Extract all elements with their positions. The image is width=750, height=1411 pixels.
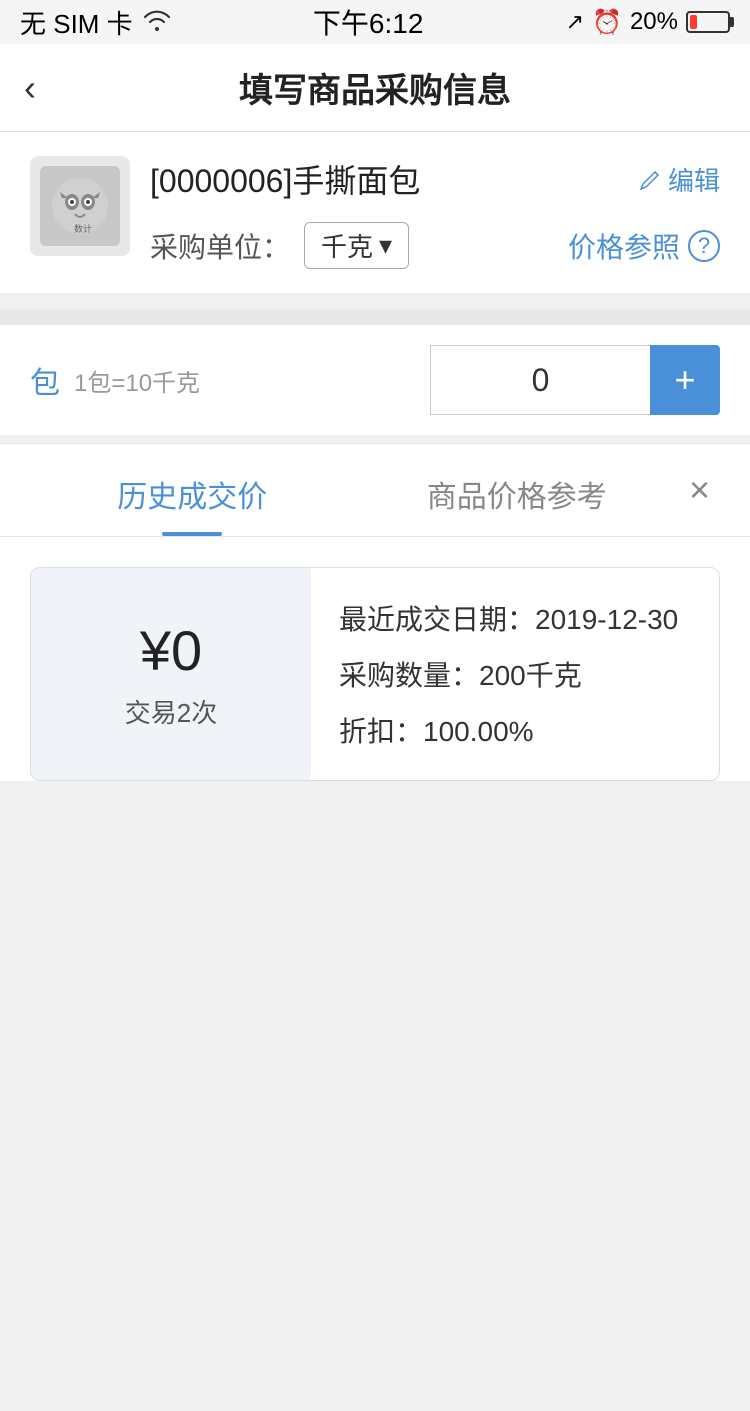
recent-date-label: 最近成交日期： xyxy=(339,604,535,635)
tabs-panel: 历史成交价 商品价格参考 × ¥0 交易2次 最近成交日期：2019-12-30… xyxy=(0,443,750,781)
location-icon: ↗ xyxy=(566,9,584,35)
purchase-unit-row: 采购单位： 千克 ▾ 价格参照 ? xyxy=(150,222,720,269)
discount-value: 100.00% xyxy=(423,716,534,747)
history-price-value: ¥0 xyxy=(140,618,202,683)
discount-label: 折扣： xyxy=(339,716,423,747)
product-header: 数计 [0000006]手撕面包 编辑 采购单位： xyxy=(30,156,720,269)
nav-bar: ‹ 填写商品采购信息 xyxy=(0,44,750,132)
product-info: [0000006]手撕面包 编辑 采购单位： 千克 ▾ xyxy=(150,156,720,269)
price-reference-button[interactable]: 价格参照 ? xyxy=(568,226,720,266)
price-number: 0 xyxy=(171,619,202,682)
edit-label: 编辑 xyxy=(668,161,720,198)
recent-date-value: 2019-12-30 xyxy=(535,604,678,635)
carrier-text: 无 SIM 卡 xyxy=(20,4,133,41)
discount-row: 折扣：100.00% xyxy=(339,710,691,750)
product-logo-icon: 数计 xyxy=(50,176,110,236)
product-id: [0000006] xyxy=(150,163,292,199)
page-title: 填写商品采购信息 xyxy=(239,63,511,112)
main-content-area xyxy=(0,811,750,1411)
status-time: 下午6:12 xyxy=(313,2,424,42)
unit-dropdown[interactable]: 千克 ▾ xyxy=(304,222,409,269)
unit-conversion-label: 1包=10千克 xyxy=(74,363,200,398)
history-card: ¥0 交易2次 最近成交日期：2019-12-30 采购数量：200千克 折扣：… xyxy=(30,567,720,781)
product-name: [0000006]手撕面包 xyxy=(150,156,420,202)
battery-icon xyxy=(686,11,730,33)
currency-symbol: ¥ xyxy=(140,619,171,682)
tab-price-reference[interactable]: 商品价格参考 xyxy=(354,444,678,536)
trade-count: 交易2次 xyxy=(125,693,217,730)
purchase-quantity-label: 采购数量： xyxy=(339,660,479,691)
quantity-control: 0 + xyxy=(430,345,720,415)
quantity-row: 包 1包=10千克 0 + xyxy=(0,325,750,435)
product-card: 数计 [0000006]手撕面包 编辑 采购单位： xyxy=(0,132,750,293)
unit-selector-group: 采购单位： 千克 ▾ xyxy=(150,222,409,269)
price-ref-label: 价格参照 xyxy=(568,226,680,266)
unit-value: 千克 xyxy=(321,227,373,264)
history-details-right: 最近成交日期：2019-12-30 采购数量：200千克 折扣：100.00% xyxy=(311,568,719,780)
back-button[interactable]: ‹ xyxy=(24,67,36,109)
status-bar: 无 SIM 卡 下午6:12 ↗ ⏰ 20% xyxy=(0,0,750,44)
svg-text:数计: 数计 xyxy=(74,223,92,234)
quantity-label: 包 1包=10千克 xyxy=(30,358,200,402)
product-thumbnail: 数计 xyxy=(40,166,120,246)
product-title: 手撕面包 xyxy=(292,163,420,199)
tab-reference-label: 商品价格参考 xyxy=(427,481,607,514)
dropdown-arrow-icon: ▾ xyxy=(379,230,392,261)
tab-history-price[interactable]: 历史成交价 xyxy=(30,444,354,536)
price-ref-help-icon: ? xyxy=(688,230,720,262)
unit-bao-label: 包 xyxy=(30,358,60,402)
wifi-icon xyxy=(143,7,171,38)
product-image: 数计 xyxy=(30,156,130,256)
status-carrier: 无 SIM 卡 xyxy=(20,4,171,41)
purchase-quantity-row: 采购数量：200千克 xyxy=(339,654,691,694)
edit-icon xyxy=(640,168,662,190)
alarm-icon: ⏰ xyxy=(592,8,622,37)
purchase-unit-label: 采购单位： xyxy=(150,226,290,266)
recent-date-row: 最近成交日期：2019-12-30 xyxy=(339,598,691,638)
battery-percent: 20% xyxy=(630,8,678,36)
quantity-input[interactable]: 0 xyxy=(430,345,650,415)
tabs-close-button[interactable]: × xyxy=(679,459,720,521)
tab-history-label: 历史成交价 xyxy=(117,481,267,514)
tabs-header: 历史成交价 商品价格参考 × xyxy=(0,444,750,537)
purchase-quantity-value: 200千克 xyxy=(479,660,582,691)
history-price-left: ¥0 交易2次 xyxy=(31,568,311,780)
product-name-row: [0000006]手撕面包 编辑 xyxy=(150,156,720,202)
edit-button[interactable]: 编辑 xyxy=(640,161,720,198)
status-right: ↗ ⏰ 20% xyxy=(566,8,730,37)
section-divider xyxy=(0,309,750,325)
quantity-plus-button[interactable]: + xyxy=(650,345,720,415)
